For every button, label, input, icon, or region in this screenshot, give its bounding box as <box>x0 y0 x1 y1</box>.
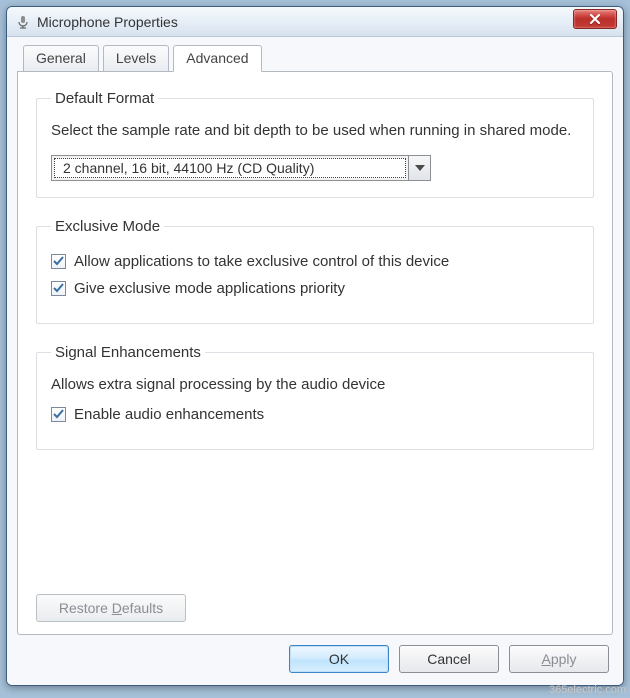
checkbox-allow-exclusive-label: Allow applications to take exclusive con… <box>74 253 449 270</box>
group-exclusive-mode: Exclusive Mode Allow applications to tak… <box>36 218 594 324</box>
dialog-window: Microphone Properties General Levels Adv… <box>6 6 624 686</box>
microphone-icon <box>15 14 31 30</box>
tab-panel-advanced: Default Format Select the sample rate an… <box>17 71 613 635</box>
group-default-format: Default Format Select the sample rate an… <box>36 90 594 198</box>
chevron-down-icon <box>408 156 430 180</box>
legend-signal-enhancements: Signal Enhancements <box>51 344 205 361</box>
ok-button[interactable]: OK <box>289 645 389 673</box>
close-icon <box>589 14 601 24</box>
checkbox-enable-enhancements[interactable]: Enable audio enhancements <box>51 406 579 423</box>
legend-exclusive-mode: Exclusive Mode <box>51 218 164 235</box>
close-button[interactable] <box>573 9 617 29</box>
sample-rate-selected: 2 channel, 16 bit, 44100 Hz (CD Quality) <box>54 158 406 178</box>
legend-default-format: Default Format <box>51 90 158 107</box>
checkbox-exclusive-priority[interactable]: Give exclusive mode applications priorit… <box>51 280 579 297</box>
restore-defaults-button[interactable]: Restore Defaults <box>36 594 186 622</box>
checkbox-allow-exclusive[interactable]: Allow applications to take exclusive con… <box>51 253 579 270</box>
checkbox-enable-enhancements-label: Enable audio enhancements <box>74 406 264 423</box>
apply-button[interactable]: Apply <box>509 645 609 673</box>
checkmark-icon <box>51 281 66 296</box>
tab-advanced[interactable]: Advanced <box>173 45 261 72</box>
default-format-description: Select the sample rate and bit depth to … <box>51 121 579 141</box>
group-signal-enhancements: Signal Enhancements Allows extra signal … <box>36 344 594 449</box>
dialog-footer: OK Cancel Apply <box>17 635 613 675</box>
titlebar: Microphone Properties <box>7 7 623 37</box>
tab-levels[interactable]: Levels <box>103 45 169 72</box>
client-area: General Levels Advanced Default Format S… <box>7 37 623 685</box>
tab-general[interactable]: General <box>23 45 99 72</box>
signal-enhancements-description: Allows extra signal processing by the au… <box>51 375 579 395</box>
checkbox-exclusive-priority-label: Give exclusive mode applications priorit… <box>74 280 345 297</box>
cancel-button[interactable]: Cancel <box>399 645 499 673</box>
window-title: Microphone Properties <box>37 14 617 30</box>
checkmark-icon <box>51 407 66 422</box>
watermark: 365electric.com <box>549 684 626 696</box>
sample-rate-combobox[interactable]: 2 channel, 16 bit, 44100 Hz (CD Quality) <box>51 155 431 181</box>
tabstrip: General Levels Advanced <box>17 45 613 72</box>
checkmark-icon <box>51 254 66 269</box>
